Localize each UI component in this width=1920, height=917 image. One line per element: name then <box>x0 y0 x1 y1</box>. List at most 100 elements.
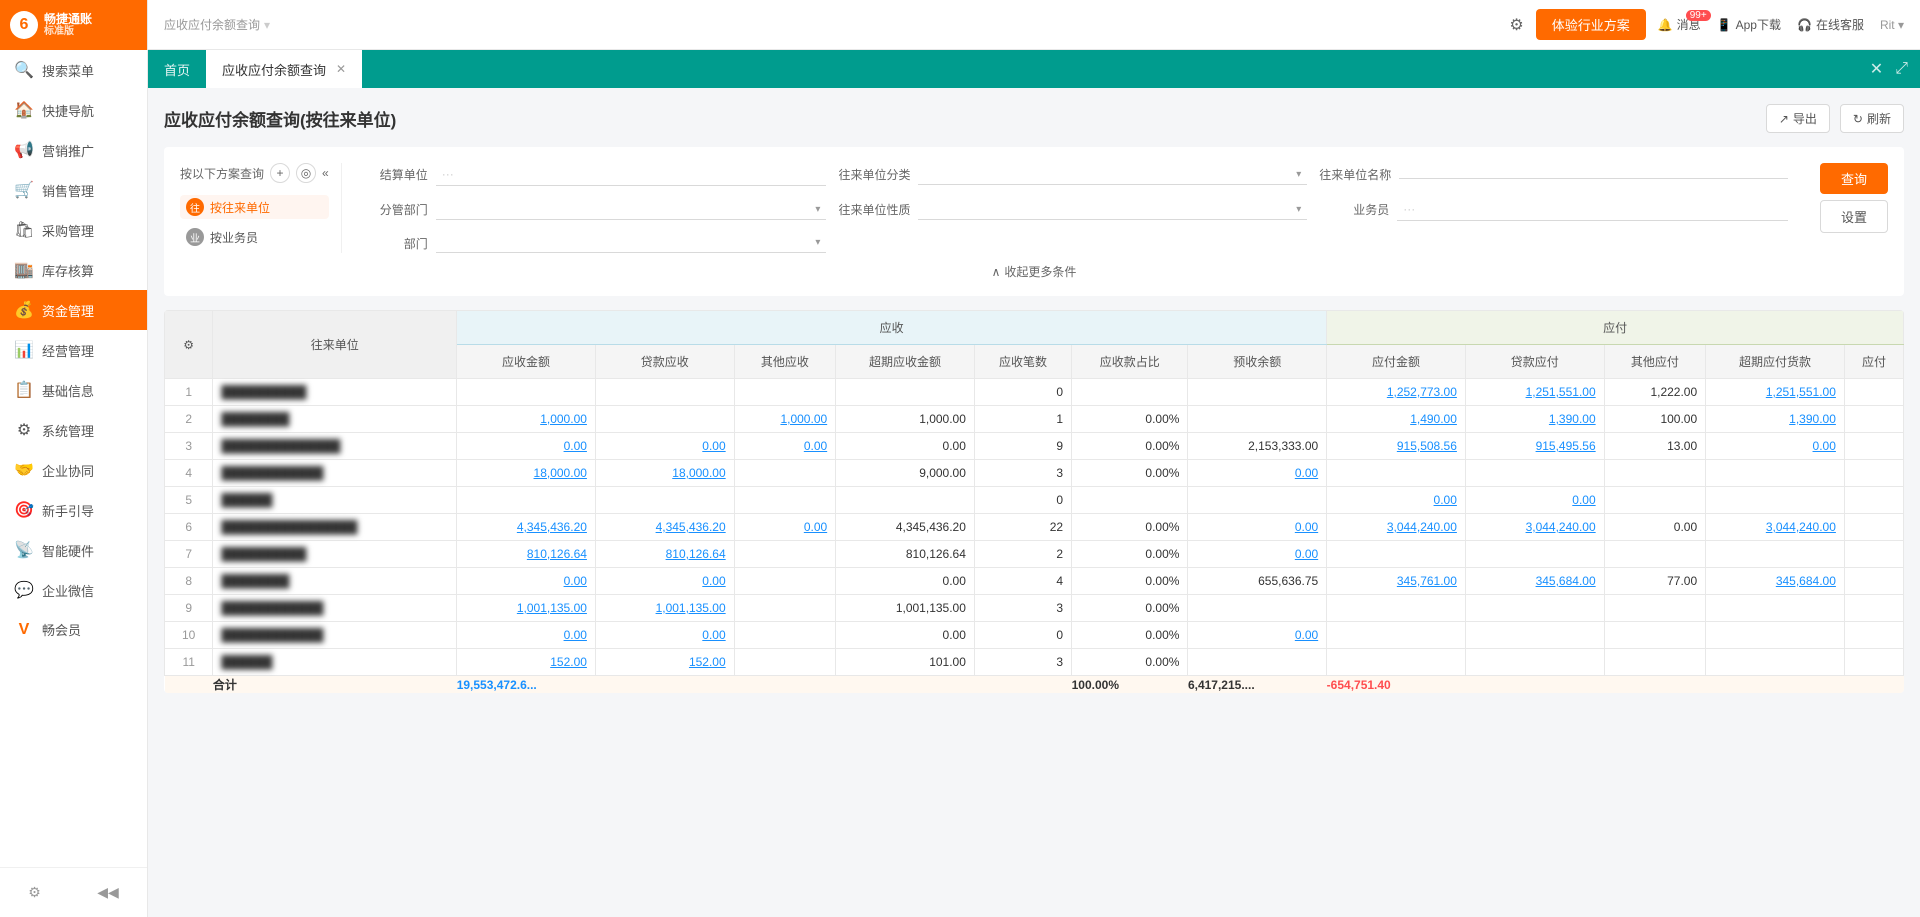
settings-col-header[interactable]: ⚙ <box>165 311 213 379</box>
settlement-unit-input[interactable]: ··· <box>436 163 827 186</box>
row-ap-amount[interactable]: 1,490.00 <box>1327 406 1466 433</box>
sidebar-item-sales[interactable]: 🛒 销售管理 <box>0 170 147 210</box>
row-ar-prepaid[interactable]: 0.00 <box>1188 460 1327 487</box>
row-ar-loan[interactable]: 0.00 <box>595 433 734 460</box>
row-ap-overdue <box>1706 460 1845 487</box>
row-ar-amount[interactable]: 0.00 <box>457 622 596 649</box>
query-button[interactable]: 查询 <box>1820 163 1888 194</box>
row-ap-extra <box>1844 595 1903 622</box>
row-ar-other[interactable]: 1,000.00 <box>734 406 836 433</box>
row-ap-overdue[interactable]: 1,251,551.00 <box>1706 379 1845 406</box>
row-ar-loan[interactable]: 152.00 <box>595 649 734 676</box>
ar-count-header: 应收笔数 <box>974 345 1071 379</box>
row-ap-extra <box>1844 433 1903 460</box>
sidebar-item-hardware[interactable]: 📡 智能硬件 <box>0 530 147 570</box>
row-ap-amount[interactable]: 3,044,240.00 <box>1327 514 1466 541</box>
row-ap-overdue[interactable]: 345,684.00 <box>1706 568 1845 595</box>
sidebar-collapse-btn[interactable]: ◀◀ <box>87 878 129 907</box>
row-ap-loan[interactable]: 0.00 <box>1465 487 1604 514</box>
row-ar-amount[interactable]: 1,000.00 <box>457 406 596 433</box>
row-ar-prepaid[interactable]: 0.00 <box>1188 541 1327 568</box>
unit-nature-input[interactable]: ▾ <box>918 200 1307 220</box>
row-num: 2 <box>165 406 213 433</box>
row-ap-loan[interactable]: 915,495.56 <box>1465 433 1604 460</box>
row-ap-overdue[interactable]: 0.00 <box>1706 433 1845 460</box>
row-num: 3 <box>165 433 213 460</box>
sidebar-item-purchase[interactable]: 🛍 采购管理 <box>0 210 147 250</box>
row-ap-overdue[interactable]: 1,390.00 <box>1706 406 1845 433</box>
row-ap-other <box>1604 622 1706 649</box>
row-ar-loan[interactable]: 4,345,436.20 <box>595 514 734 541</box>
tab-close-all-icon[interactable]: ✕ <box>1870 59 1883 79</box>
salesman-input[interactable]: ··· <box>1397 198 1788 221</box>
export-button[interactable]: ↗ 导出 <box>1766 104 1830 133</box>
row-ar-loan[interactable]: 0.00 <box>595 622 734 649</box>
row-ar-amount[interactable]: 810,126.64 <box>457 541 596 568</box>
row-ap-loan[interactable]: 345,684.00 <box>1465 568 1604 595</box>
setting-button[interactable]: 设置 <box>1820 200 1888 233</box>
row-ar-amount[interactable]: 1,001,135.00 <box>457 595 596 622</box>
sidebar-item-finance[interactable]: 💰 资金管理 <box>0 290 147 330</box>
sidebar-item-system[interactable]: ⚙ 系统管理 <box>0 410 147 450</box>
gear-button[interactable]: ⚙ <box>1509 15 1523 35</box>
row-ar-loan <box>595 487 734 514</box>
online-service-button[interactable]: 🎧 在线客服 <box>1797 16 1864 33</box>
row-ar-loan[interactable]: 810,126.64 <box>595 541 734 568</box>
row-ar-amount[interactable]: 18,000.00 <box>457 460 596 487</box>
row-ar-prepaid[interactable]: 0.00 <box>1188 622 1327 649</box>
refresh-button[interactable]: ↻ 刷新 <box>1840 104 1904 133</box>
solution-button[interactable]: 体验行业方案 <box>1536 9 1646 40</box>
tab-ar-ap[interactable]: 应收应付余额查询 ✕ <box>206 50 362 88</box>
sidebar-item-marketing[interactable]: 📢 营销推广 <box>0 130 147 170</box>
row-ap-other <box>1604 595 1706 622</box>
messages-button[interactable]: 🔔 消息 99+ <box>1658 16 1701 33</box>
sidebar-item-member[interactable]: V 畅会员 <box>0 610 147 649</box>
row-ar-amount[interactable]: 0.00 <box>457 568 596 595</box>
table-settings-icon[interactable]: ⚙ <box>183 338 194 352</box>
table-row: 5 ██████ 0 0.00 0.00 <box>165 487 1904 514</box>
row-ap-overdue[interactable]: 3,044,240.00 <box>1706 514 1845 541</box>
sidebar-item-operation[interactable]: 📊 经营管理 <box>0 330 147 370</box>
sidebar-item-cooperation[interactable]: 🤝 企业协同 <box>0 450 147 490</box>
tab-home[interactable]: 首页 <box>148 50 206 88</box>
sidebar-item-wechat[interactable]: 💬 企业微信 <box>0 570 147 610</box>
unit-category-input[interactable]: ▾ <box>918 165 1307 185</box>
row-ap-amount[interactable]: 1,252,773.00 <box>1327 379 1466 406</box>
row-ar-loan[interactable]: 0.00 <box>595 568 734 595</box>
row-ar-loan[interactable]: 1,001,135.00 <box>595 595 734 622</box>
user-menu[interactable]: Rit ▾ <box>1880 18 1904 32</box>
row-ar-other[interactable]: 0.00 <box>734 433 836 460</box>
sidebar-item-basic-info[interactable]: 📋 基础信息 <box>0 370 147 410</box>
department-input[interactable]: ▾ <box>436 233 827 253</box>
row-ap-loan[interactable]: 1,251,551.00 <box>1465 379 1604 406</box>
row-ar-other[interactable]: 0.00 <box>734 514 836 541</box>
scheme-collapse-button[interactable]: « <box>322 166 329 180</box>
collapse-button[interactable]: ∧ 收起更多条件 <box>992 263 1077 280</box>
tab-close-icon[interactable]: ✕ <box>336 62 346 76</box>
scheme-by-unit[interactable]: 往 按往来单位 <box>180 195 329 219</box>
row-ap-loan[interactable]: 3,044,240.00 <box>1465 514 1604 541</box>
app-download-button[interactable]: 📱 App下载 <box>1717 16 1781 33</box>
row-ar-amount[interactable]: 152.00 <box>457 649 596 676</box>
dept-input[interactable]: ▾ <box>436 200 827 220</box>
scheme-by-salesman[interactable]: 业 按业务员 <box>180 225 329 249</box>
row-ap-amount[interactable]: 345,761.00 <box>1327 568 1466 595</box>
row-ar-loan[interactable]: 18,000.00 <box>595 460 734 487</box>
ar-other-header: 其他应收 <box>734 345 836 379</box>
sidebar-settings-btn[interactable]: ⚙ <box>18 878 51 907</box>
row-ar-count: 0 <box>974 622 1071 649</box>
sidebar-item-quick-nav[interactable]: 🏠 快捷导航 <box>0 90 147 130</box>
row-ap-amount[interactable]: 0.00 <box>1327 487 1466 514</box>
sidebar-item-inventory[interactable]: 🏬 库存核算 <box>0 250 147 290</box>
sidebar-item-search-menu[interactable]: 🔍 搜索菜单 <box>0 50 147 90</box>
row-ar-amount[interactable]: 0.00 <box>457 433 596 460</box>
sidebar-item-guide[interactable]: 🎯 新手引导 <box>0 490 147 530</box>
add-scheme-button[interactable]: + <box>270 163 290 183</box>
row-ap-amount[interactable]: 915,508.56 <box>1327 433 1466 460</box>
row-ar-prepaid[interactable]: 0.00 <box>1188 514 1327 541</box>
scheme-setting-button[interactable]: ◎ <box>296 163 316 183</box>
row-ap-loan[interactable]: 1,390.00 <box>1465 406 1604 433</box>
row-ar-amount[interactable]: 4,345,436.20 <box>457 514 596 541</box>
unit-name-input[interactable] <box>1399 170 1788 179</box>
tab-expand-icon[interactable]: ⤢ <box>1895 60 1908 78</box>
